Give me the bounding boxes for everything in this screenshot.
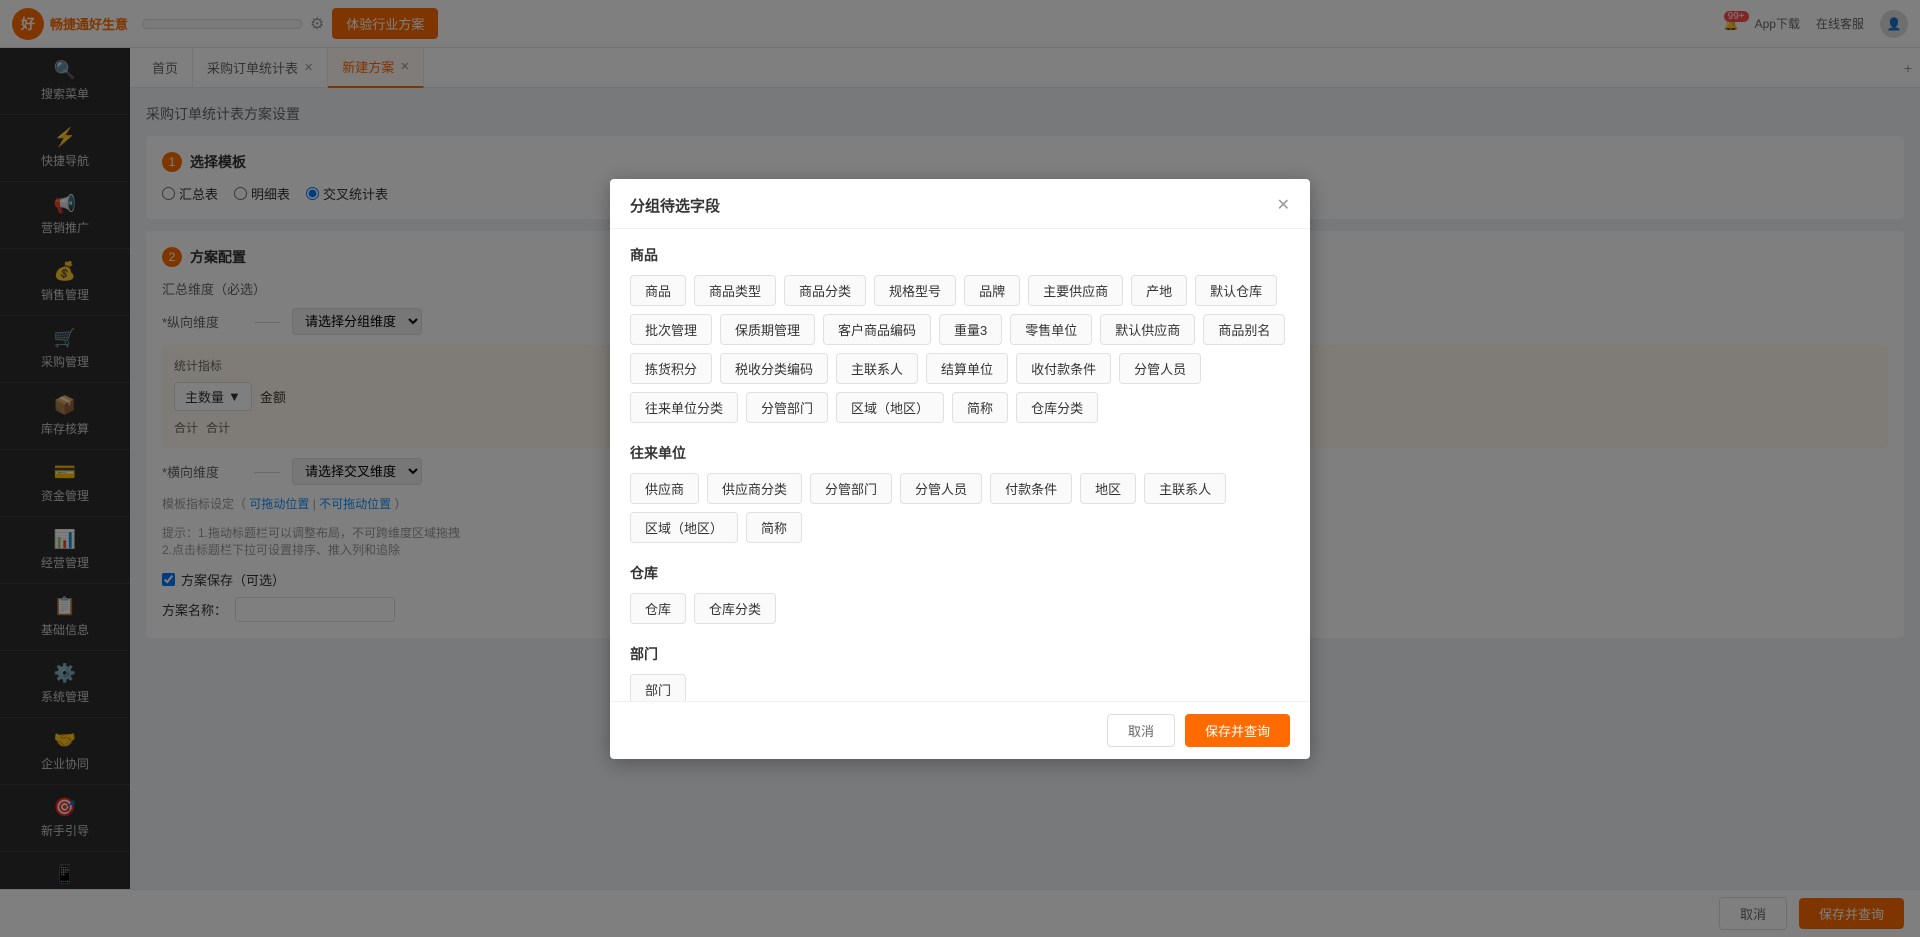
field-tag-分管人员[interactable]: 分管人员 — [1119, 353, 1201, 384]
field-tag-商品分类[interactable]: 商品分类 — [784, 275, 866, 306]
field-tag-付款条件[interactable]: 付款条件 — [990, 473, 1072, 504]
field-tag-收付款条件[interactable]: 收付款条件 — [1016, 353, 1111, 384]
field-tag-税收分类编码[interactable]: 税收分类编码 — [720, 353, 828, 384]
field-tag-主联系人[interactable]: 主联系人 — [836, 353, 918, 384]
field-tag-拣货积分[interactable]: 拣货积分 — [630, 353, 712, 384]
field-tag-区域（地区）[interactable]: 区域（地区） — [836, 392, 944, 423]
field-tag-简称[interactable]: 简称 — [952, 392, 1008, 423]
field-tag-批次管理[interactable]: 批次管理 — [630, 314, 712, 345]
field-tag-分管部门[interactable]: 分管部门 — [746, 392, 828, 423]
field-tag-供应商分类[interactable]: 供应商分类 — [707, 473, 802, 504]
field-tag-简称[interactable]: 简称 — [746, 512, 802, 543]
field-tag-往来单位分类[interactable]: 往来单位分类 — [630, 392, 738, 423]
field-tag-客户商品编码[interactable]: 客户商品编码 — [823, 314, 931, 345]
section-warehouse: 仓库仓库仓库分类 — [630, 563, 1290, 624]
field-tag-仓库[interactable]: 仓库 — [630, 593, 686, 624]
field-tag-分管人员[interactable]: 分管人员 — [900, 473, 982, 504]
field-tag-地区[interactable]: 地区 — [1080, 473, 1136, 504]
section-partner: 往来单位供应商供应商分类分管部门分管人员付款条件地区主联系人区域（地区） 简称 — [630, 443, 1290, 543]
field-tag-区域（地区）[interactable]: 区域（地区） — [630, 512, 738, 543]
section-title-partner: 往来单位 — [630, 443, 1290, 463]
field-tag-仓库分类[interactable]: 仓库分类 — [694, 593, 776, 624]
modal-overlay[interactable]: 分组待选字段 ✕ 商品商品商品类型商品分类规格型号品牌主要供应商产地默认仓库批次… — [0, 0, 1920, 937]
field-tag-仓库分类[interactable]: 仓库分类 — [1016, 392, 1098, 423]
modal: 分组待选字段 ✕ 商品商品商品类型商品分类规格型号品牌主要供应商产地默认仓库批次… — [610, 179, 1310, 759]
field-tag-默认供应商[interactable]: 默认供应商 — [1100, 314, 1195, 345]
field-tag-品牌[interactable]: 品牌 — [964, 275, 1020, 306]
field-tag-结算单位[interactable]: 结算单位 — [926, 353, 1008, 384]
modal-cancel-button[interactable]: 取消 — [1107, 714, 1175, 747]
field-tag-供应商[interactable]: 供应商 — [630, 473, 699, 504]
modal-footer: 取消 保存并查询 — [610, 701, 1310, 759]
field-tag-分管部门[interactable]: 分管部门 — [810, 473, 892, 504]
section-product: 商品商品商品类型商品分类规格型号品牌主要供应商产地默认仓库批次管理保质期管理客户… — [630, 245, 1290, 423]
field-tag-保质期管理[interactable]: 保质期管理 — [720, 314, 815, 345]
modal-save-button[interactable]: 保存并查询 — [1185, 714, 1290, 747]
field-tag-主联系人[interactable]: 主联系人 — [1144, 473, 1226, 504]
field-tags-product: 商品商品类型商品分类规格型号品牌主要供应商产地默认仓库批次管理保质期管理客户商品… — [630, 275, 1290, 423]
field-tags-partner: 供应商供应商分类分管部门分管人员付款条件地区主联系人区域（地区） 简称 — [630, 473, 1290, 543]
field-tag-零售单位[interactable]: 零售单位 — [1010, 314, 1092, 345]
section-title-product: 商品 — [630, 245, 1290, 265]
modal-body: 商品商品商品类型商品分类规格型号品牌主要供应商产地默认仓库批次管理保质期管理客户… — [610, 229, 1310, 701]
field-tag-部门[interactable]: 部门 — [630, 674, 686, 701]
section-department: 部门部门 — [630, 644, 1290, 701]
modal-close-button[interactable]: ✕ — [1277, 195, 1290, 215]
field-tags-warehouse: 仓库仓库分类 — [630, 593, 1290, 624]
section-title-department: 部门 — [630, 644, 1290, 664]
field-tag-产地[interactable]: 产地 — [1131, 275, 1187, 306]
field-tag-主要供应商[interactable]: 主要供应商 — [1028, 275, 1123, 306]
field-tag-商品别名[interactable]: 商品别名 — [1203, 314, 1285, 345]
section-title-warehouse: 仓库 — [630, 563, 1290, 583]
field-tag-默认仓库[interactable]: 默认仓库 — [1195, 275, 1277, 306]
field-tag-商品[interactable]: 商品 — [630, 275, 686, 306]
modal-header: 分组待选字段 ✕ — [610, 179, 1310, 229]
field-tags-department: 部门 — [630, 674, 1290, 701]
field-tag-重量3[interactable]: 重量3 — [939, 314, 1002, 345]
field-tag-商品类型[interactable]: 商品类型 — [694, 275, 776, 306]
field-tag-规格型号[interactable]: 规格型号 — [874, 275, 956, 306]
modal-title: 分组待选字段 — [630, 195, 720, 216]
